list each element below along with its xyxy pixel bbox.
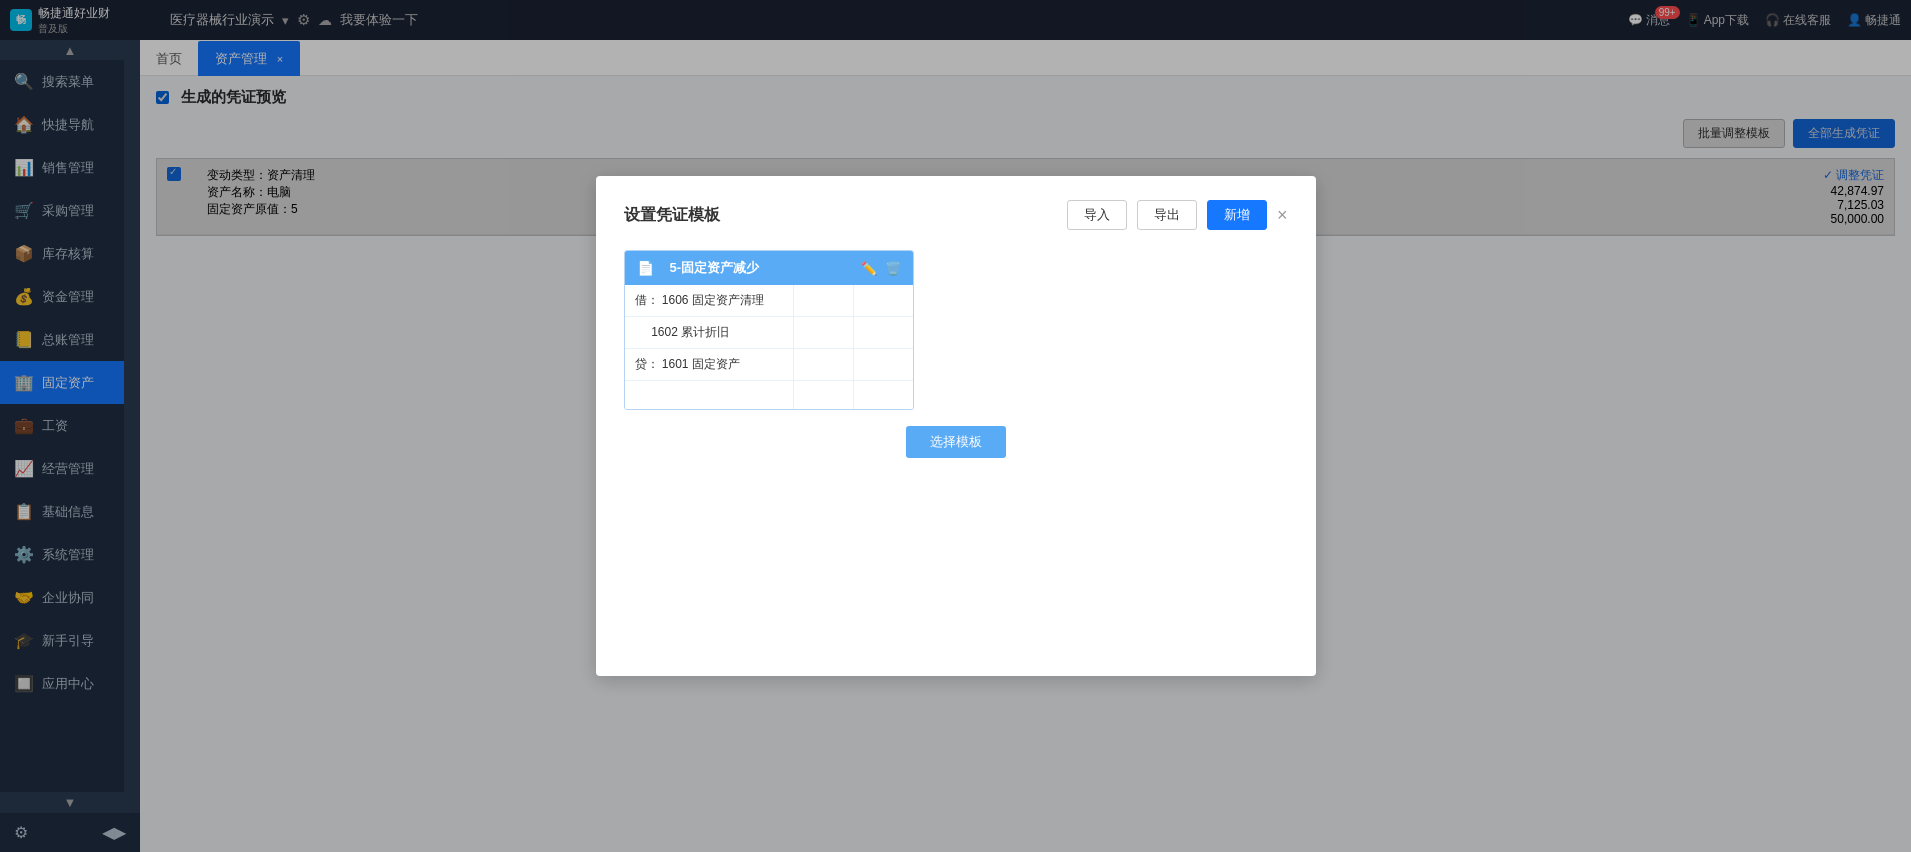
entry-2-col2 (853, 317, 913, 348)
select-template-btn[interactable]: 选择模板 (906, 426, 1006, 458)
main-layout: ▲ 🔍 搜索菜单 🏠 快捷导航 📊 销售管理 🛒 采购管理 📦 库存核算 (0, 40, 1911, 852)
modal-title: 设置凭证模板 (624, 205, 720, 226)
template-entry-empty-1 (625, 381, 913, 409)
entry-3-col1 (793, 349, 853, 380)
modal-actions: 导入 导出 新增 (1067, 200, 1267, 230)
modal-header: 设置凭证模板 导入 导出 新增 × (624, 200, 1288, 230)
modal-dialog: 设置凭证模板 导入 导出 新增 × 📄 5 (596, 176, 1316, 676)
entry-3-name: 固定资产 (692, 357, 740, 371)
entry-1-code: 1606 (662, 293, 689, 307)
entry-1-type: 借： (635, 293, 659, 307)
entry-1-col2 (853, 285, 913, 316)
export-btn[interactable]: 导出 (1137, 200, 1197, 230)
entry-1-name: 固定资产清理 (692, 293, 764, 307)
entry-3-col2 (853, 349, 913, 380)
entry-3-code: 1601 (662, 357, 689, 371)
template-edit-icon[interactable]: ✏️ (861, 261, 877, 276)
entry-2-indent (635, 325, 648, 339)
content-area: 首页 资产管理 × 生成的凭证预览 批量调整模板 全部生成凭证 (140, 40, 1911, 852)
entry-1-col1 (793, 285, 853, 316)
template-entry-3: 贷： 1601 固定资产 (625, 349, 913, 381)
template-card: 📄 5-固定资产减少 ✏️ 🗑️ 借： 1606 (624, 250, 914, 410)
import-btn[interactable]: 导入 (1067, 200, 1127, 230)
template-actions: ✏️ 🗑️ (861, 261, 901, 276)
modal-close-btn[interactable]: × (1277, 205, 1288, 226)
template-entry-2: 1602 累计折旧 (625, 317, 913, 349)
template-entry-1: 借： 1606 固定资产清理 (625, 285, 913, 317)
new-btn[interactable]: 新增 (1207, 200, 1267, 230)
template-card-header: 📄 5-固定资产减少 ✏️ 🗑️ (625, 251, 913, 285)
modal-overlay: 设置凭证模板 导入 导出 新增 × 📄 5 (140, 40, 1911, 852)
template-doc-icon: 📄 (637, 260, 654, 276)
entry-3-type: 贷： (635, 357, 659, 371)
template-delete-icon[interactable]: 🗑️ (885, 261, 901, 276)
entry-2-col1 (793, 317, 853, 348)
entry-2-name: 累计折旧 (681, 325, 729, 339)
template-card-body: 借： 1606 固定资产清理 1602 累计折旧 (625, 285, 913, 409)
entry-2-code: 1602 (651, 325, 678, 339)
template-fullname: 5-固定资产减少 (670, 259, 760, 277)
